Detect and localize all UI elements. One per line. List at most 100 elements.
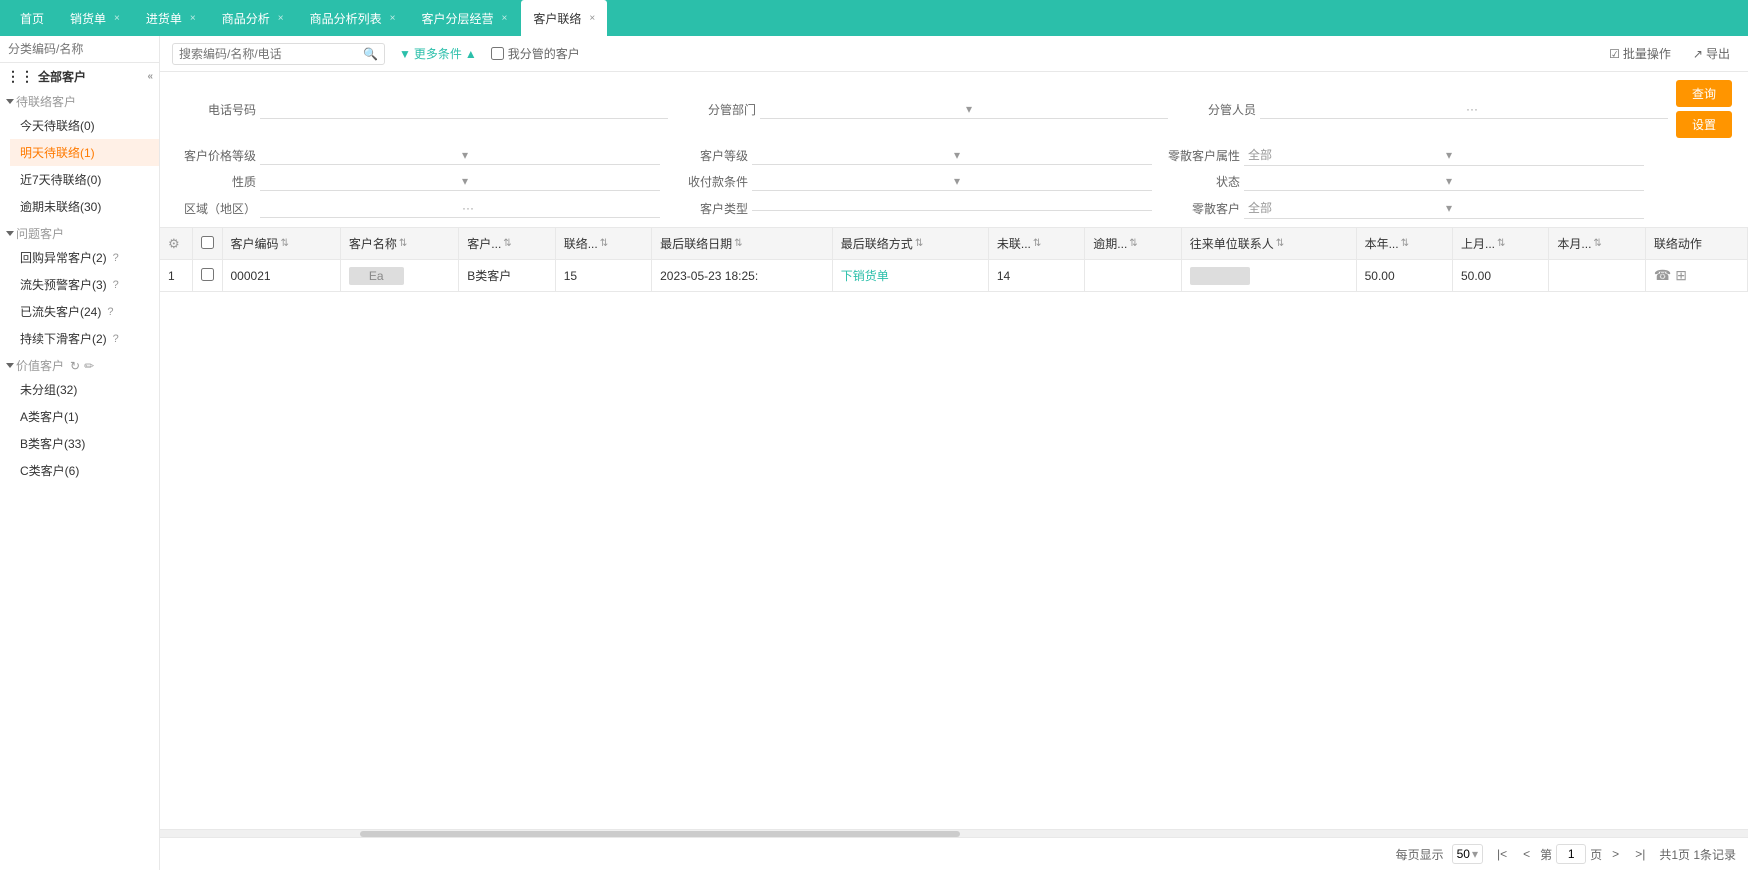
ellipsis-icon: ··· — [462, 201, 656, 215]
chevron-down-icon: ▾ — [1446, 148, 1640, 162]
phone-action-icon[interactable]: ☎ — [1654, 267, 1671, 284]
nav-home[interactable]: 首页 — [8, 0, 56, 36]
phone-input[interactable] — [260, 100, 668, 119]
my-customer-checkbox[interactable] — [491, 47, 504, 60]
gear-icon[interactable]: ⚙ — [168, 236, 180, 251]
expand-icon[interactable] — [6, 363, 14, 368]
sidebar-item-abnormal-purchase[interactable]: 回购异常客户(2) ? — [10, 244, 159, 271]
th-contact-action[interactable]: 联络动作 — [1645, 228, 1747, 260]
problem-customer-items: 回购异常客户(2) ? 流失预警客户(3) ? 已流失客户(24) ? 持续下滑… — [0, 244, 159, 352]
first-page-button[interactable]: |< — [1491, 845, 1513, 863]
close-icon[interactable]: × — [589, 13, 595, 24]
nav-sales-order[interactable]: 销货单 × — [58, 0, 132, 36]
sidebar-item-tomorrow[interactable]: 明天待联络(1) — [10, 139, 159, 166]
nav-product-analysis-list[interactable]: 商品分析列表 × — [298, 0, 408, 36]
sidebar-item-overdue[interactable]: 逾期未联络(30) — [10, 193, 159, 220]
query-button[interactable]: 查询 — [1676, 80, 1732, 107]
cell-checkbox[interactable] — [192, 260, 222, 292]
filter-scattered-customer: 零散客户 全部 ▾ — [1160, 197, 1644, 219]
nav-purchase-order[interactable]: 进货单 × — [134, 0, 208, 36]
all-customers-header[interactable]: ⋮⋮ 全部客户 « — [0, 63, 159, 88]
customer-level-select[interactable]: ▾ — [752, 146, 1152, 165]
export-button[interactable]: ↗ 导出 — [1687, 42, 1736, 65]
price-level-select[interactable]: ▾ — [260, 146, 660, 165]
sidebar-item-churn-warning[interactable]: 流失预警客户(3) ? — [10, 271, 159, 298]
next-page-button[interactable]: > — [1606, 845, 1625, 863]
payment-terms-select[interactable]: ▾ — [752, 172, 1152, 191]
close-icon[interactable]: × — [114, 13, 120, 24]
more-conditions-button[interactable]: ▼ 更多条件 ▲ — [393, 42, 483, 65]
th-checkbox[interactable] — [192, 228, 222, 260]
nav-product-analysis[interactable]: 商品分析 × — [210, 0, 296, 36]
sidebar-item-today[interactable]: 今天待联络(0) — [10, 112, 159, 139]
batch-ops-button[interactable]: ☑ 批量操作 — [1603, 42, 1677, 65]
help-icon[interactable]: ? — [113, 333, 119, 345]
department-select[interactable]: ▾ — [760, 100, 1168, 119]
status-select[interactable]: ▾ — [1244, 172, 1644, 191]
filter-payment-terms: 收付款条件 ▾ — [668, 172, 1152, 191]
prev-page-button[interactable]: < — [1517, 845, 1536, 863]
table-body: 1 000021 Ea B类客户 15 2023-05-23 18:25: 下销… — [160, 260, 1748, 292]
scattered-attr-select[interactable]: 全部 ▾ — [1244, 144, 1644, 166]
horizontal-scrollbar[interactable] — [160, 829, 1748, 837]
close-icon[interactable]: × — [278, 13, 284, 24]
nav-customer-contact[interactable]: 客户联络 × — [521, 0, 607, 36]
th-contact-count[interactable]: 联络...⇅ — [555, 228, 651, 260]
customer-type-input[interactable] — [752, 206, 1152, 211]
sidebar-item-churned[interactable]: 已流失客户(24) ? — [10, 298, 159, 325]
row-checkbox[interactable] — [201, 268, 214, 281]
refresh-icon[interactable]: ↻ — [70, 359, 80, 373]
cell-contact-action: ☎ ⊞ — [1645, 260, 1747, 292]
th-unit-contact[interactable]: 往来单位联系人⇅ — [1181, 228, 1356, 260]
expand-icon[interactable] — [6, 231, 14, 236]
nature-select[interactable]: ▾ — [260, 172, 660, 191]
th-last-contact-method[interactable]: 最后联络方式⇅ — [832, 228, 988, 260]
sidebar-search-input[interactable] — [8, 42, 160, 56]
table-header-row: ⚙ 客户编码⇅ 客户名称⇅ 客户...⇅ 联络...⇅ — [160, 228, 1748, 260]
cell-last-contact-method[interactable]: 下销货单 — [832, 260, 988, 292]
scattered-customer-select[interactable]: 全部 ▾ — [1244, 197, 1644, 219]
filter-department: 分管部门 ▾ — [676, 100, 1168, 119]
page-number-input[interactable] — [1556, 844, 1586, 864]
edit-icon[interactable]: ✏ — [84, 359, 94, 373]
th-uncontacted[interactable]: 未联...⇅ — [988, 228, 1084, 260]
contact-method-link[interactable]: 下销货单 — [841, 269, 889, 283]
help-icon[interactable]: ? — [107, 306, 113, 318]
th-overdue[interactable]: 逾期...⇅ — [1085, 228, 1181, 260]
th-customer-type[interactable]: 客户...⇅ — [459, 228, 555, 260]
search-input[interactable] — [179, 47, 359, 61]
search-icon[interactable]: 🔍 — [363, 47, 378, 61]
close-icon[interactable]: × — [501, 13, 507, 24]
sidebar-item-7days[interactable]: 近7天待联络(0) — [10, 166, 159, 193]
th-this-year[interactable]: 本年...⇅ — [1356, 228, 1452, 260]
nav-customer-segmentation[interactable]: 客户分层经营 × — [409, 0, 519, 36]
th-customer-name[interactable]: 客户名称⇅ — [340, 228, 458, 260]
manager-input[interactable]: ··· — [1260, 100, 1668, 119]
filter-customer-level: 客户等级 ▾ — [668, 146, 1152, 165]
checkbox-icon: ☑ — [1609, 47, 1620, 61]
sidebar-item-class-a[interactable]: A类客户(1) — [10, 403, 159, 430]
th-customer-code[interactable]: 客户编码⇅ — [222, 228, 340, 260]
sidebar-item-class-c[interactable]: C类客户(6) — [10, 457, 159, 484]
last-page-button[interactable]: >| — [1629, 845, 1651, 863]
sidebar-item-declining[interactable]: 持续下滑客户(2) ? — [10, 325, 159, 352]
grid-action-icon[interactable]: ⊞ — [1675, 267, 1687, 284]
select-all-checkbox[interactable] — [201, 236, 214, 249]
page-size-select[interactable]: 50 ▾ — [1452, 844, 1483, 864]
help-icon[interactable]: ? — [113, 252, 119, 264]
setting-button[interactable]: 设置 — [1676, 111, 1732, 138]
th-this-month[interactable]: 本月...⇅ — [1549, 228, 1645, 260]
help-icon[interactable]: ? — [113, 279, 119, 291]
scrollbar-thumb[interactable] — [360, 831, 960, 837]
collapse-icon[interactable]: « — [147, 71, 153, 82]
expand-icon[interactable] — [6, 99, 14, 104]
th-last-month[interactable]: 上月...⇅ — [1453, 228, 1549, 260]
th-last-contact-date[interactable]: 最后联络日期⇅ — [652, 228, 833, 260]
sidebar-item-class-b[interactable]: B类客户(33) — [10, 430, 159, 457]
close-icon[interactable]: × — [190, 13, 196, 24]
cell-customer-name[interactable]: Ea — [340, 260, 458, 292]
close-icon[interactable]: × — [390, 13, 396, 24]
region-input[interactable]: ··· — [260, 199, 660, 218]
th-settings[interactable]: ⚙ — [160, 228, 192, 260]
sidebar-item-ungrouped[interactable]: 未分组(32) — [10, 376, 159, 403]
